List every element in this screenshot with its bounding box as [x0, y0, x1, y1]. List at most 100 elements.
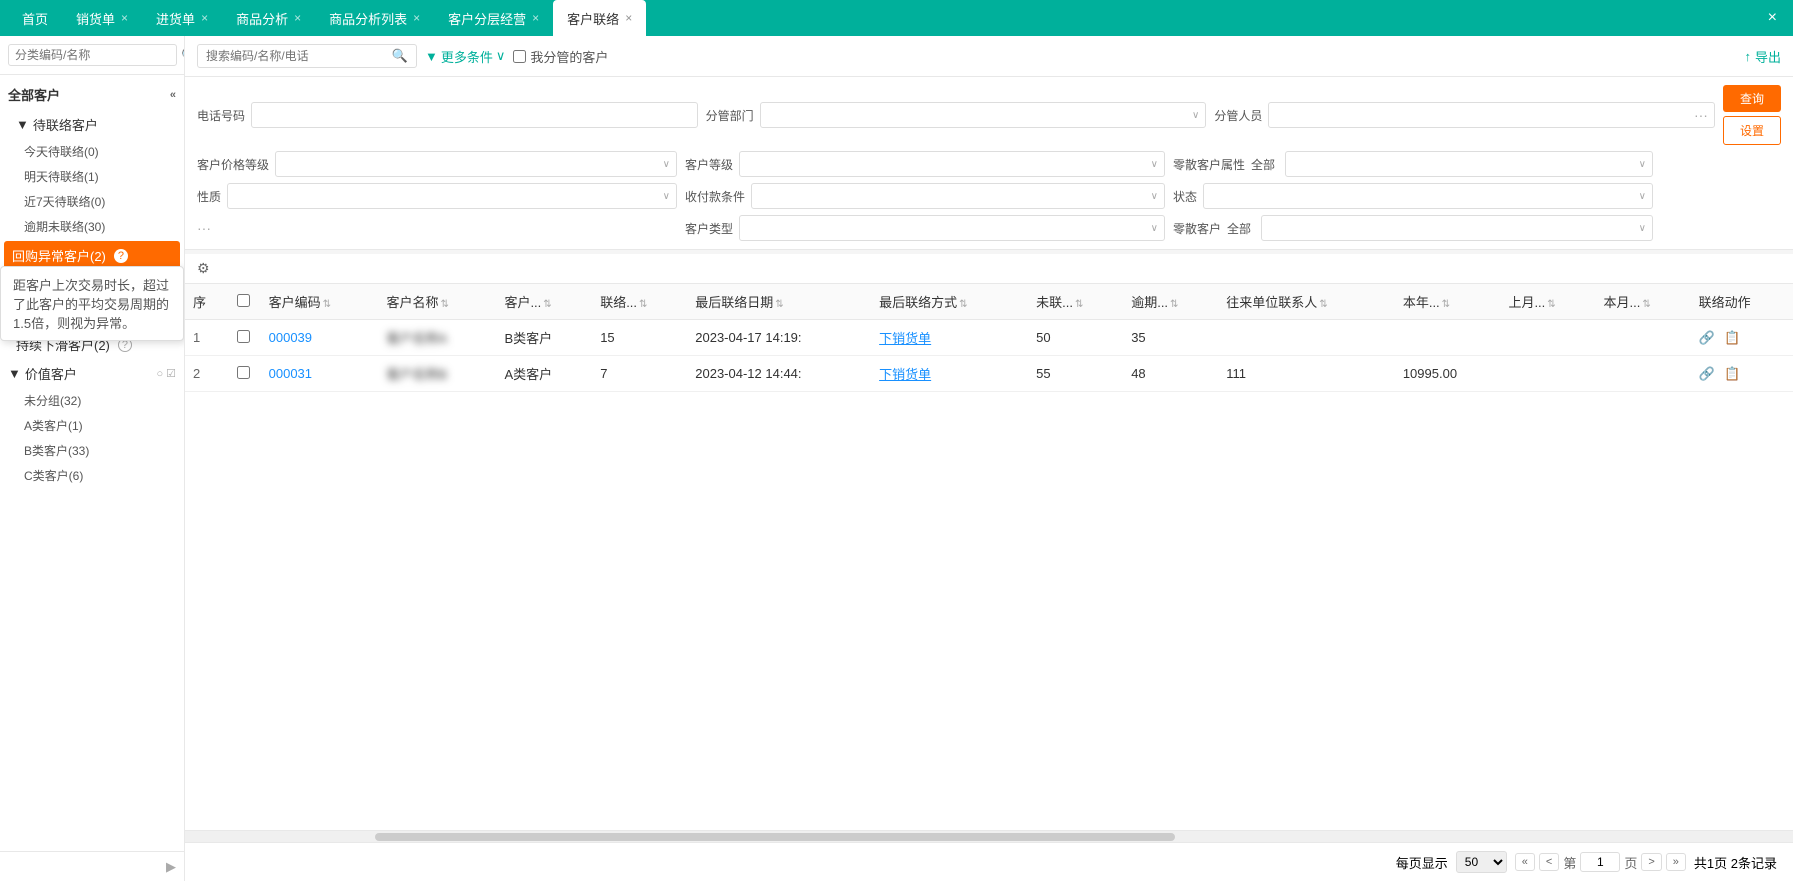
tooltip-text: 距客户上次交易时长，超过了此客户的平均交易周期的1.5倍，则视为异常。 — [13, 278, 169, 331]
sidebar-group-pending[interactable]: ▼ 待联络客户 — [0, 110, 184, 139]
row1-type: B类客户 — [496, 320, 592, 356]
more-conditions-button[interactable]: ▼ 更多条件 ∨ — [425, 47, 505, 66]
col-last-method[interactable]: 最后联络方式⇅ — [871, 284, 1028, 320]
row2-select[interactable] — [237, 366, 250, 379]
sidebar: 🔍 全部客户 « ▼ 待联络客户 今天待联络(0) 明天待联络(1) 近7天待联… — [0, 36, 185, 881]
sidebar-item-tomorrow[interactable]: 明天待联络(1) — [0, 164, 184, 189]
nav-tab-purchase[interactable]: 进货单 × — [142, 0, 222, 36]
nav-tab-home[interactable]: 首页 — [8, 0, 62, 36]
first-page-button[interactable]: « — [1515, 853, 1535, 871]
sidebar-value-section[interactable]: ▼ 价值客户 ○ ☑ — [0, 359, 184, 388]
sidebar-search-input[interactable] — [8, 44, 177, 66]
collapse-icon[interactable]: « — [170, 89, 176, 101]
filter-payment: 收付款条件 ∨ — [685, 183, 1165, 209]
row1-link-icon[interactable]: 🔗 — [1699, 330, 1715, 345]
phone-input[interactable] — [251, 102, 698, 128]
row1-this-year — [1395, 320, 1501, 356]
row2-last-method[interactable]: 下销货单 — [871, 356, 1028, 392]
sidebar-item-overdue[interactable]: 逾期未联络(30) — [0, 214, 184, 239]
customer-type-select[interactable]: ∨ — [739, 215, 1165, 241]
scrollbar-thumb[interactable] — [375, 833, 1175, 841]
row1-code[interactable]: 000039 — [261, 320, 379, 356]
sidebar-item-today[interactable]: 今天待联络(0) — [0, 139, 184, 164]
row2-name[interactable]: 客户名称B — [379, 356, 497, 392]
nav-tab-analysis-list[interactable]: 商品分析列表 × — [315, 0, 434, 36]
sidebar-tree: 全部客户 « ▼ 待联络客户 今天待联络(0) 明天待联络(1) 近7天待联络(… — [0, 75, 184, 851]
nav-tab-analysis-list-close[interactable]: × — [413, 11, 420, 25]
col-last-month[interactable]: 上月...⇅ — [1500, 284, 1595, 320]
col-type[interactable]: 客户...⇅ — [496, 284, 592, 320]
per-page-select[interactable]: 50 20 100 — [1456, 851, 1507, 873]
settings-button[interactable]: 设置 — [1723, 116, 1781, 145]
col-overdue[interactable]: 逾期...⇅ — [1123, 284, 1218, 320]
more-dots-icon[interactable]: ··· — [197, 220, 211, 236]
sidebar-expand-icon[interactable]: ▶ — [166, 859, 176, 875]
last-page-button[interactable]: » — [1666, 853, 1686, 871]
nav-tab-sales-close[interactable]: × — [121, 11, 128, 25]
nav-tab-purchase-close[interactable]: × — [201, 11, 208, 25]
export-button[interactable]: ↑ 导出 — [1744, 47, 1781, 66]
row1-actions: 🔗 📋 — [1691, 320, 1793, 356]
status-select[interactable]: ∨ — [1203, 183, 1653, 209]
sidebar-bottom: ▶ — [0, 851, 184, 881]
nav-tab-customer-contact-label: 客户联络 — [567, 9, 619, 28]
current-page-input[interactable] — [1580, 852, 1620, 872]
content-area: 🔍 ▼ 更多条件 ∨ 我分管的客户 ↑ 导出 电话号码 — [185, 36, 1793, 881]
select-all-checkbox[interactable] — [237, 294, 250, 307]
col-this-month[interactable]: 本月...⇅ — [1596, 284, 1691, 320]
table-settings-icon[interactable]: ⚙ — [197, 260, 210, 277]
sidebar-item-unclassified[interactable]: 未分组(32) — [0, 388, 184, 413]
all-customers-header[interactable]: 全部客户 « — [0, 79, 184, 110]
my-customers-checkbox[interactable] — [513, 50, 526, 63]
col-no-contact[interactable]: 未联...⇅ — [1028, 284, 1123, 320]
next-page-button[interactable]: > — [1641, 853, 1661, 871]
sidebar-item-class-a[interactable]: A类客户(1) — [0, 413, 184, 438]
col-last-date[interactable]: 最后联络日期⇅ — [687, 284, 871, 320]
nav-tab-customer-contact-close[interactable]: × — [625, 11, 632, 25]
col-this-year[interactable]: 本年...⇅ — [1395, 284, 1501, 320]
row2-code[interactable]: 000031 — [261, 356, 379, 392]
filter-nature: 性质 ∨ — [197, 183, 677, 209]
customer-level-select[interactable]: ∨ — [739, 151, 1165, 177]
sparse-customer-select[interactable]: ∨ — [1261, 215, 1653, 241]
nav-tab-analysis[interactable]: 商品分析 × — [222, 0, 315, 36]
search-input[interactable] — [206, 49, 388, 63]
sidebar-item-class-c[interactable]: C类客户(6) — [0, 463, 184, 488]
row1-last-method[interactable]: 下销货单 — [871, 320, 1028, 356]
row2-link-icon[interactable]: 🔗 — [1699, 366, 1715, 381]
dept-select[interactable]: ∨ — [760, 102, 1207, 128]
filter-sparse-attr: 零散客户属性 全部 ∨ — [1173, 151, 1653, 177]
nav-tab-analysis-label: 商品分析 — [236, 9, 288, 28]
nav-tab-customer-contact[interactable]: 客户联络 × — [553, 0, 646, 36]
col-contact-person[interactable]: 往来单位联系人⇅ — [1218, 284, 1395, 320]
col-name[interactable]: 客户名称⇅ — [379, 284, 497, 320]
close-all-button[interactable]: × — [1760, 9, 1785, 27]
nav-tab-sales[interactable]: 销货单 × — [62, 0, 142, 36]
price-level-select[interactable]: ∨ — [275, 151, 677, 177]
search-icon: 🔍 — [392, 48, 408, 64]
col-code[interactable]: 客户编码⇅ — [261, 284, 379, 320]
nav-tab-analysis-close[interactable]: × — [294, 11, 301, 25]
sidebar-search-icon[interactable]: 🔍 — [181, 47, 185, 64]
nature-select[interactable]: ∨ — [227, 183, 677, 209]
row1-index: 1 — [185, 320, 229, 356]
payment-select[interactable]: ∨ — [751, 183, 1165, 209]
col-contact-count[interactable]: 联络...⇅ — [592, 284, 687, 320]
edit-icons[interactable]: ○ ☑ — [156, 367, 176, 380]
chevron-down-icon: ∨ — [1192, 110, 1199, 121]
person-select[interactable]: ··· — [1268, 102, 1715, 128]
row1-name[interactable]: 客户名称A — [379, 320, 497, 356]
row2-note-icon[interactable]: 📋 — [1724, 366, 1740, 381]
nav-tab-customer-mgmt[interactable]: 客户分层经营 × — [434, 0, 553, 36]
nav-tab-customer-mgmt-close[interactable]: × — [532, 11, 539, 25]
row2-last-date: 2023-04-12 14:44: — [687, 356, 871, 392]
horizontal-scrollbar[interactable] — [185, 830, 1793, 842]
sidebar-item-class-b[interactable]: B类客户(33) — [0, 438, 184, 463]
prev-page-button[interactable]: < — [1539, 853, 1559, 871]
dots-icon[interactable]: ··· — [1694, 107, 1708, 123]
row1-select[interactable] — [237, 330, 250, 343]
row1-note-icon[interactable]: 📋 — [1724, 330, 1740, 345]
sidebar-item-7days[interactable]: 近7天待联络(0) — [0, 189, 184, 214]
sparse-attr-select[interactable]: ∨ — [1285, 151, 1653, 177]
query-button[interactable]: 查询 — [1723, 85, 1781, 112]
